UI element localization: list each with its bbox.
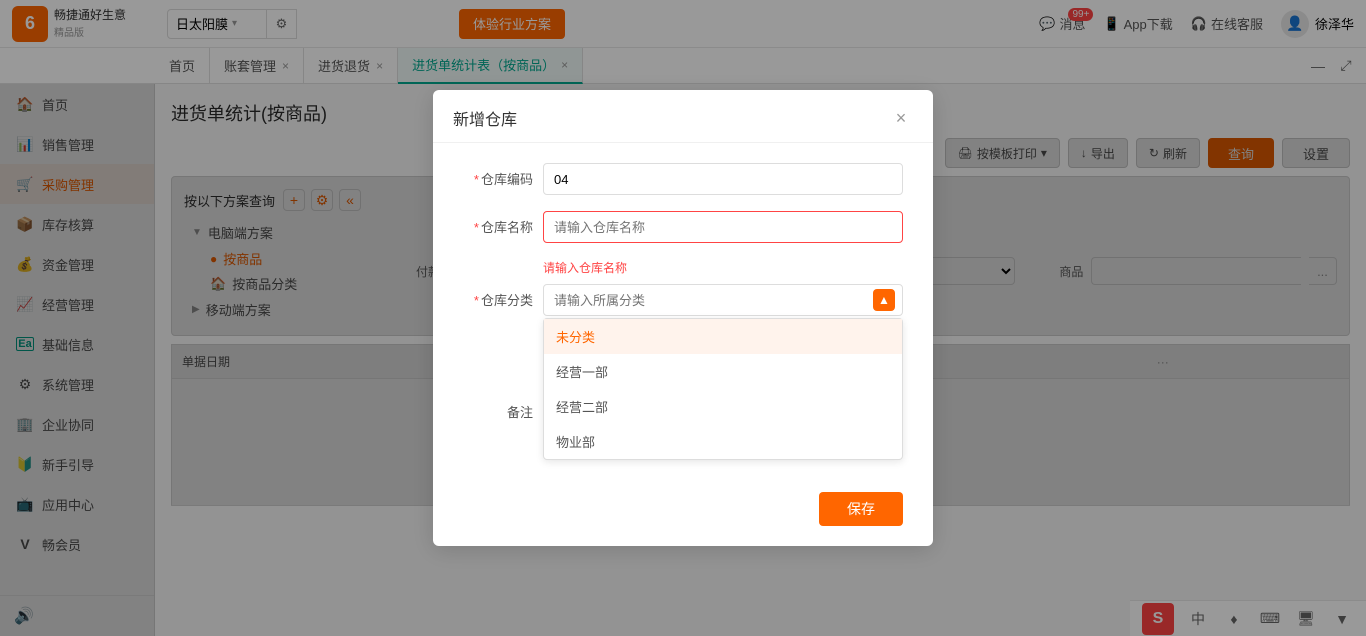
modal-body: *仓库编码 *仓库名称 请输入仓库名称 *仓库分类	[433, 143, 933, 492]
warehouse-code-row: *仓库编码	[463, 163, 903, 195]
dropdown-item-uncategorized[interactable]: 未分类	[544, 319, 902, 354]
remarks-label: 备注	[463, 396, 543, 421]
modal-title: 新增仓库	[453, 106, 517, 130]
save-button[interactable]: 保存	[819, 492, 903, 526]
category-dropdown-arrow[interactable]: ▲	[873, 289, 895, 311]
warehouse-name-error: 请输入仓库名称	[463, 259, 903, 276]
warehouse-category-label: *仓库分类	[463, 284, 543, 309]
warehouse-category-row: *仓库分类 ▲ 未分类 经营一部 经营二部 物业部	[463, 284, 903, 316]
dropdown-item-dept3[interactable]: 物业部	[544, 424, 902, 459]
dropdown-item-dept2[interactable]: 经营二部	[544, 389, 902, 424]
warehouse-name-row: *仓库名称	[463, 211, 903, 243]
warehouse-name-input[interactable]	[543, 211, 903, 243]
new-warehouse-modal: 新增仓库 × *仓库编码 *仓库名称 请输入仓库名称	[433, 90, 933, 546]
dropdown-item-dept1[interactable]: 经营一部	[544, 354, 902, 389]
warehouse-name-group: *仓库名称 请输入仓库名称	[463, 211, 903, 276]
warehouse-name-label: *仓库名称	[463, 211, 543, 236]
category-dropdown-list: 未分类 经营一部 经营二部 物业部	[543, 318, 903, 460]
warehouse-category-input[interactable]	[543, 284, 903, 316]
warehouse-code-label: *仓库编码	[463, 163, 543, 188]
required-mark-1: *	[474, 172, 479, 187]
modal-header: 新增仓库 ×	[433, 90, 933, 143]
modal-footer: 保存	[433, 492, 933, 526]
warehouse-code-input[interactable]	[543, 163, 903, 195]
modal-close-button[interactable]: ×	[889, 106, 913, 130]
required-mark-2: *	[474, 220, 479, 235]
modal-overlay: 新增仓库 × *仓库编码 *仓库名称 请输入仓库名称	[0, 0, 1366, 636]
required-mark-3: *	[474, 293, 479, 308]
warehouse-category-container: ▲ 未分类 经营一部 经营二部 物业部	[543, 284, 903, 316]
